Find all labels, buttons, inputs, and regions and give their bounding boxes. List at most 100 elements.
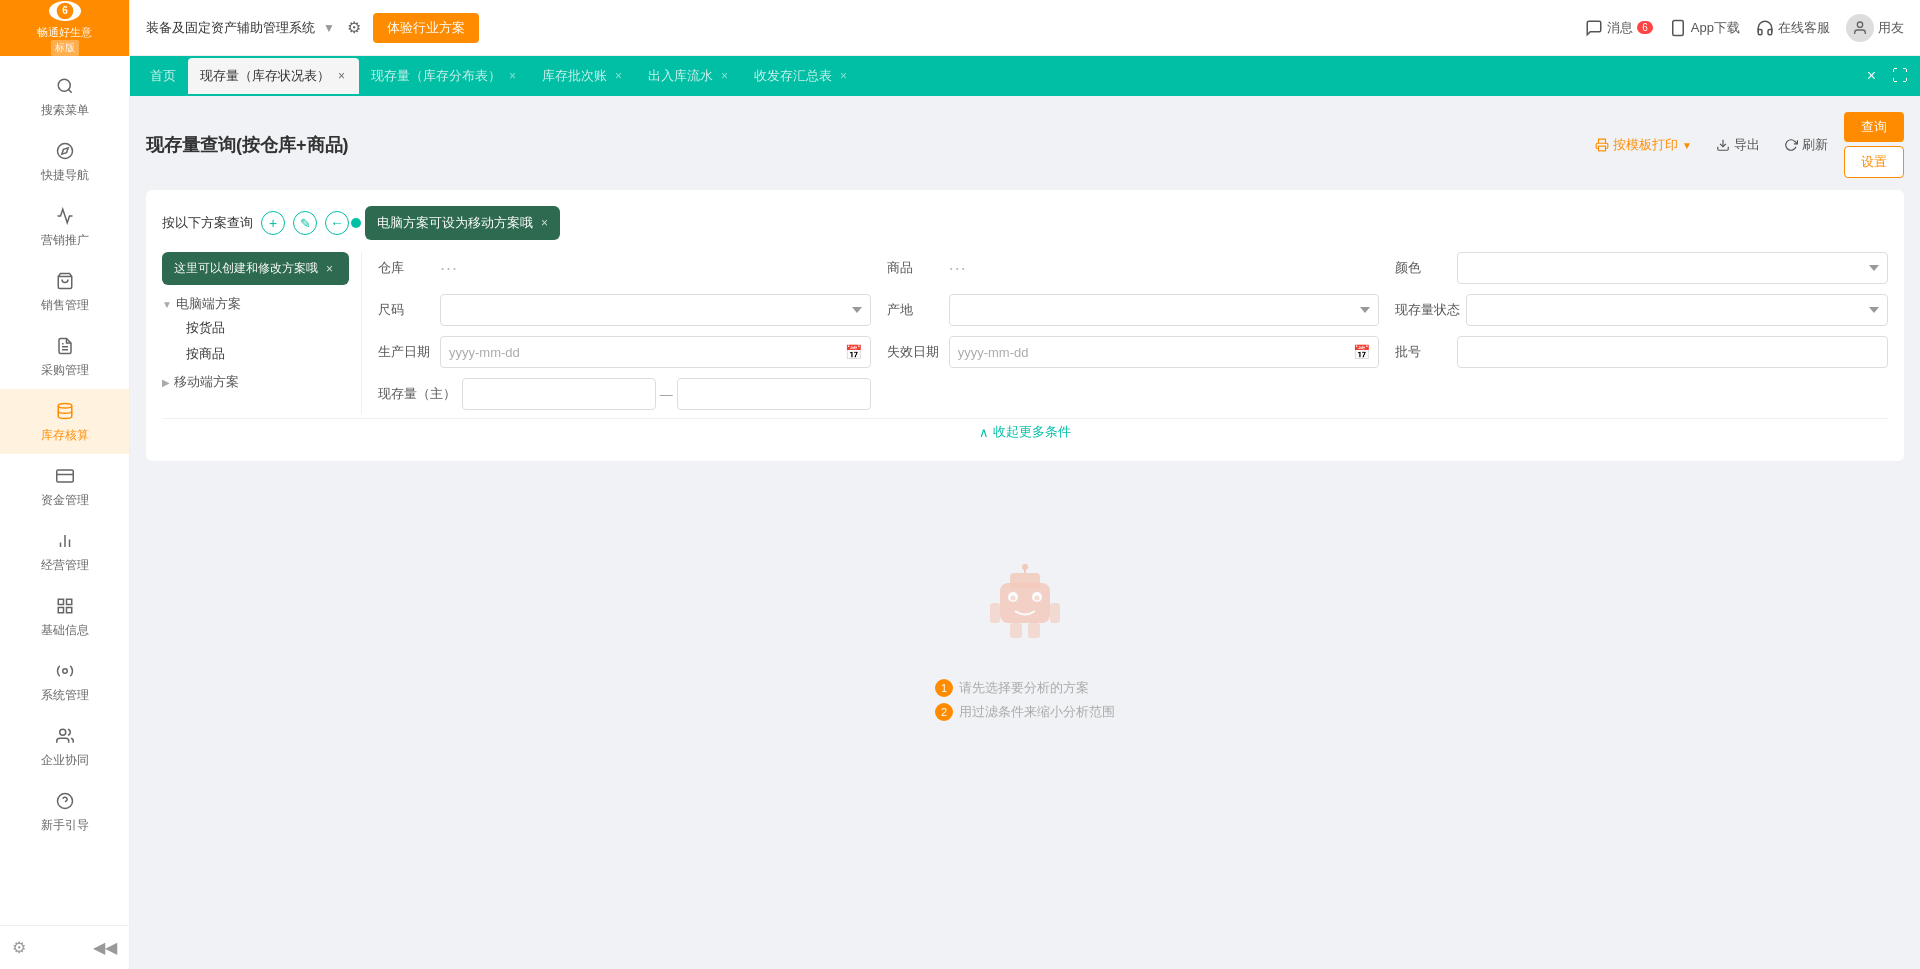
tab-inout-flow[interactable]: 出入库流水 × <box>636 58 742 94</box>
collapse-sidebar-icon[interactable]: ◀◀ <box>93 938 117 957</box>
sidebar-item-guide-label: 新手引导 <box>41 817 89 834</box>
filter-color-select[interactable] <box>1457 252 1888 284</box>
plan-item-product[interactable]: 按商品 <box>178 341 349 367</box>
filter-left-panel: 这里可以创建和修改方案哦 × ▼ 电脑端方案 按货品 <box>162 252 362 414</box>
marketing-icon <box>53 204 77 228</box>
tabbar-close-all-btn[interactable]: × <box>1863 63 1880 89</box>
tab-inout-flow-close[interactable]: × <box>719 67 730 85</box>
enterprise-icon <box>53 724 77 748</box>
sidebar-footer: ⚙ ◀◀ <box>0 925 129 969</box>
tab-home[interactable]: 首页 <box>138 58 188 94</box>
tab-batch-account[interactable]: 库存批次账 × <box>530 58 636 94</box>
filter-origin: 产地 <box>887 294 1380 326</box>
tab-stock-dist[interactable]: 现存量（库存分布表） × <box>359 58 530 94</box>
topbar: 装备及固定资产辅助管理系统 ▼ ⚙ 体验行业方案 消息 6 App下载 在线客服… <box>130 0 1920 56</box>
filter-batch-no-input[interactable] <box>1457 336 1888 368</box>
sales-icon <box>53 269 77 293</box>
svg-marker-4 <box>61 148 67 154</box>
filter-prod-date-input[interactable]: yyyy-mm-dd 📅 <box>440 336 871 368</box>
app-download-label: App下载 <box>1691 19 1740 37</box>
tab-stock-status-close[interactable]: × <box>336 67 347 85</box>
filter-stock-status-select[interactable] <box>1466 294 1888 326</box>
filter-add-btn[interactable]: + <box>261 211 285 235</box>
sidebar-item-system[interactable]: 系统管理 <box>0 649 129 714</box>
user-btn[interactable]: 用友 <box>1846 14 1904 42</box>
trial-btn[interactable]: 体验行业方案 <box>373 13 479 43</box>
empty-tip-1-text: 请先选择要分析的方案 <box>959 679 1089 697</box>
messages-label: 消息 <box>1607 19 1633 37</box>
collapse-bar[interactable]: ∧ 收起更多条件 <box>162 418 1888 445</box>
system-icon <box>53 659 77 683</box>
sidebar-item-nav[interactable]: 快捷导航 <box>0 129 129 194</box>
plan-desktop-label: 电脑端方案 <box>176 295 241 313</box>
tabbar-fullscreen-btn[interactable]: ⛶ <box>1888 63 1912 89</box>
tab-stock-status-label: 现存量（库存状况表） <box>200 67 330 85</box>
inventory-icon <box>53 399 77 423</box>
filter-stock-qty-sep: — <box>660 387 673 402</box>
refresh-btn[interactable]: 刷新 <box>1776 132 1836 158</box>
edit-tooltip-close[interactable]: × <box>326 262 333 276</box>
svg-rect-37 <box>1010 623 1022 638</box>
settings-footer-icon[interactable]: ⚙ <box>12 938 26 957</box>
online-service-label: 在线客服 <box>1778 19 1830 37</box>
sidebar-item-purchase[interactable]: 采购管理 <box>0 324 129 389</box>
online-service-btn[interactable]: 在线客服 <box>1756 19 1830 37</box>
svg-rect-27 <box>1000 583 1050 623</box>
filter-expiry-date-label: 失效日期 <box>887 343 943 361</box>
export-btn[interactable]: 导出 <box>1708 132 1768 158</box>
management-icon <box>53 529 77 553</box>
plan-tooltip-close[interactable]: × <box>541 216 548 230</box>
filter-warehouse-dots[interactable]: ··· <box>440 258 458 279</box>
tab-stock-dist-close[interactable]: × <box>507 67 518 85</box>
filter-back-btn[interactable]: ← <box>325 211 349 235</box>
plan-desktop[interactable]: ▼ 电脑端方案 <box>162 293 349 315</box>
filter-size: 尺码 <box>378 294 871 326</box>
topbar-gear-icon[interactable]: ⚙ <box>343 14 365 41</box>
filter-size-label: 尺码 <box>378 301 434 319</box>
filter-size-select[interactable] <box>440 294 871 326</box>
plan-mobile-arrow: ▶ <box>162 377 170 388</box>
filter-expiry-date-input[interactable]: yyyy-mm-dd 📅 <box>949 336 1380 368</box>
empty-tips: 1 请先选择要分析的方案 2 用过滤条件来缩小分析范围 <box>935 673 1115 727</box>
app-download-btn[interactable]: App下载 <box>1669 19 1740 37</box>
edit-tooltip-text: 这里可以创建和修改方案哦 <box>174 260 318 277</box>
filter-stock-qty-label: 现存量（主） <box>378 385 456 403</box>
plan-mobile[interactable]: ▶ 移动端方案 <box>162 371 349 393</box>
sidebar-item-search-label: 搜索菜单 <box>41 102 89 119</box>
search-btn[interactable]: 查询 <box>1844 112 1904 142</box>
filter-edit-btn[interactable]: ✎ <box>293 211 317 235</box>
sidebar-item-nav-label: 快捷导航 <box>41 167 89 184</box>
tab-summary[interactable]: 收发存汇总表 × <box>742 58 861 94</box>
export-label: 导出 <box>1734 136 1760 154</box>
sidebar-item-search[interactable]: 搜索菜单 <box>0 64 129 129</box>
tab-summary-close[interactable]: × <box>838 67 849 85</box>
collapse-arrow: ∧ <box>979 425 989 440</box>
filter-product: 商品 ··· <box>887 252 1380 284</box>
sidebar-item-sales[interactable]: 销售管理 <box>0 259 129 324</box>
print-btn[interactable]: 按模板打印 ▼ <box>1587 132 1700 158</box>
sidebar-item-inventory[interactable]: 库存核算 <box>0 389 129 454</box>
filter-stock-qty-max[interactable] <box>677 378 871 410</box>
logo-badge: 标版 <box>51 40 79 56</box>
messages-btn[interactable]: 消息 6 <box>1585 19 1653 37</box>
page-actions: 按模板打印 ▼ 导出 刷新 查询 设置 <box>1587 112 1904 178</box>
filter-stock-status-label: 现存量状态 <box>1395 301 1460 319</box>
sidebar-item-enterprise[interactable]: 企业协同 <box>0 714 129 779</box>
filter-origin-select[interactable] <box>949 294 1380 326</box>
sidebar-item-guide[interactable]: 新手引导 <box>0 779 129 844</box>
tab-stock-status[interactable]: 现存量（库存状况表） × <box>188 58 359 94</box>
filter-product-dots[interactable]: ··· <box>949 258 967 279</box>
plan-item-goods[interactable]: 按货品 <box>178 315 349 341</box>
sidebar-nav: 搜索菜单 快捷导航 营销推广 销售管理 采购管理 <box>0 56 129 925</box>
topbar-left: 装备及固定资产辅助管理系统 ▼ ⚙ 体验行业方案 <box>146 13 479 43</box>
search-icon <box>53 74 77 98</box>
sidebar-item-basics[interactable]: 基础信息 <box>0 584 129 649</box>
filter-main: 仓库 ··· 商品 ··· 颜色 <box>362 252 1888 414</box>
sidebar-item-management[interactable]: 经营管理 <box>0 519 129 584</box>
sidebar-item-marketing[interactable]: 营销推广 <box>0 194 129 259</box>
sidebar-item-finance[interactable]: 资金管理 <box>0 454 129 519</box>
set-btn[interactable]: 设置 <box>1844 146 1904 178</box>
sidebar-item-inventory-label: 库存核算 <box>41 427 89 444</box>
tab-batch-account-close[interactable]: × <box>613 67 624 85</box>
filter-stock-qty-min[interactable] <box>462 378 656 410</box>
